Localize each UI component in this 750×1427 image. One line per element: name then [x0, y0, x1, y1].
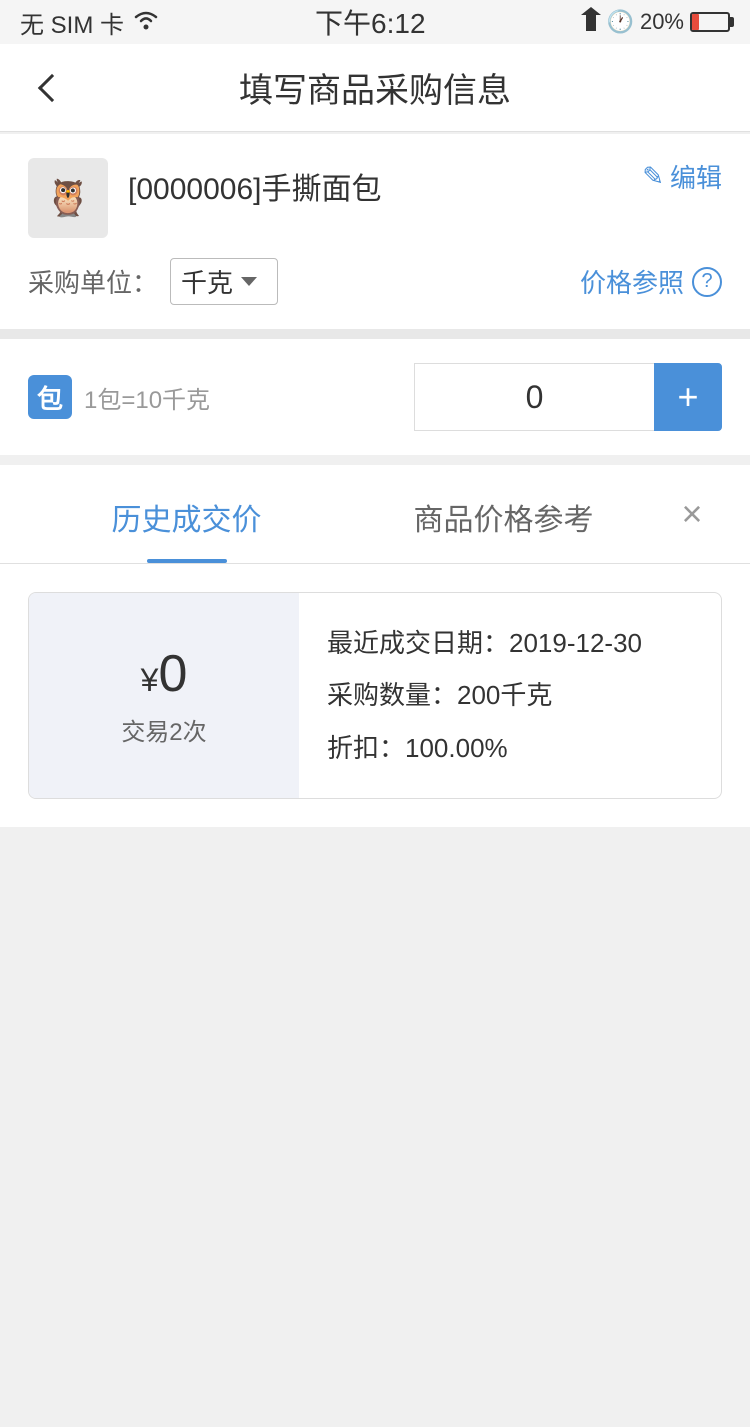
purchase-qty-label: 采购数量： — [327, 680, 457, 710]
product-left: 🦉 [0000006]手撕面包 — [28, 158, 381, 238]
product-logo-icon: 🦉 — [46, 177, 91, 219]
battery-percent: 20% — [640, 9, 684, 35]
quantity-input[interactable]: 0 — [414, 363, 654, 431]
unit-conversion: 1包=10千克 — [84, 380, 210, 415]
discount-label: 折扣： — [327, 733, 405, 763]
battery-icon — [690, 12, 730, 32]
quantity-label: 包 1包=10千克 — [28, 375, 210, 419]
page-title: 填写商品采购信息 — [239, 63, 511, 112]
quantity-input-area: 0 + — [414, 363, 722, 431]
price-trades: 交易2次 — [121, 712, 206, 747]
purchase-qty-row: 采购数量：200千克 — [327, 677, 693, 713]
edit-label: 编辑 — [670, 158, 722, 195]
section-divider — [0, 329, 750, 339]
alarm-icon: 🕐 — [607, 9, 634, 35]
price-card-right: 最近成交日期：2019-12-30 采购数量：200千克 折扣：100.00% — [299, 593, 721, 798]
status-bar: 无 SIM 卡 下午6:12 🕐 20% — [0, 0, 750, 44]
product-section: 🦉 [0000006]手撕面包 ✎ 编辑 采购单位： 千克 价格参照 ? — [0, 134, 750, 329]
dropdown-arrow-icon — [241, 277, 257, 286]
back-arrow-icon — [38, 73, 66, 101]
tab-section: 历史成交价 商品价格参考 × ¥0 交易2次 最近成交日期：2019-12-30… — [0, 465, 750, 827]
discount-value: 100.00% — [405, 733, 508, 763]
discount-row: 折扣：100.00% — [327, 730, 693, 766]
price-ref-label: 价格参照 — [580, 263, 684, 300]
tab-header: 历史成交价 商品价格参考 × — [0, 465, 750, 564]
recent-date-value: 2019-12-30 — [509, 628, 642, 658]
status-right: 🕐 20% — [581, 7, 730, 37]
edit-button[interactable]: ✎ 编辑 — [642, 158, 722, 195]
back-button[interactable] — [0, 44, 88, 132]
price-ref-button[interactable]: 价格参照 ? — [580, 263, 722, 300]
quantity-section: 包 1包=10千克 0 + — [0, 339, 750, 455]
tab-close-button[interactable]: × — [662, 484, 722, 544]
product-unit-row: 采购单位： 千克 价格参照 ? — [28, 258, 722, 305]
quantity-plus-button[interactable]: + — [654, 363, 722, 431]
unit-select[interactable]: 千克 — [170, 258, 278, 305]
price-card: ¥0 交易2次 最近成交日期：2019-12-30 采购数量：200千克 折扣：… — [28, 592, 722, 799]
purchase-qty-value: 200千克 — [457, 680, 552, 710]
edit-icon: ✎ — [642, 161, 664, 192]
help-icon: ? — [692, 267, 722, 297]
recent-date-label: 最近成交日期： — [327, 628, 509, 658]
price-display: ¥0 — [141, 644, 188, 704]
status-time: 下午6:12 — [315, 2, 426, 42]
price-card-left: ¥0 交易2次 — [29, 593, 299, 798]
recent-date-row: 最近成交日期：2019-12-30 — [327, 625, 693, 661]
tab-history-price[interactable]: 历史成交价 — [28, 465, 345, 563]
unit-left: 采购单位： 千克 — [28, 258, 278, 305]
price-value: 0 — [158, 645, 187, 703]
unit-value: 千克 — [181, 263, 233, 300]
unit-label: 采购单位： — [28, 263, 158, 300]
product-name: [0000006]手撕面包 — [128, 158, 381, 208]
unit-badge: 包 — [28, 375, 72, 419]
card-container: ¥0 交易2次 最近成交日期：2019-12-30 采购数量：200千克 折扣：… — [0, 564, 750, 827]
location-icon — [581, 7, 601, 37]
nav-bar: 填写商品采购信息 — [0, 44, 750, 132]
carrier-label: 无 SIM 卡 — [20, 5, 124, 40]
wifi-icon — [132, 8, 160, 37]
status-left: 无 SIM 卡 — [20, 5, 160, 40]
bottom-space — [0, 827, 750, 1427]
tab-product-price[interactable]: 商品价格参考 — [345, 465, 662, 563]
product-thumbnail: 🦉 — [28, 158, 108, 238]
price-symbol: ¥ — [141, 662, 159, 698]
product-header: 🦉 [0000006]手撕面包 ✎ 编辑 — [28, 158, 722, 238]
